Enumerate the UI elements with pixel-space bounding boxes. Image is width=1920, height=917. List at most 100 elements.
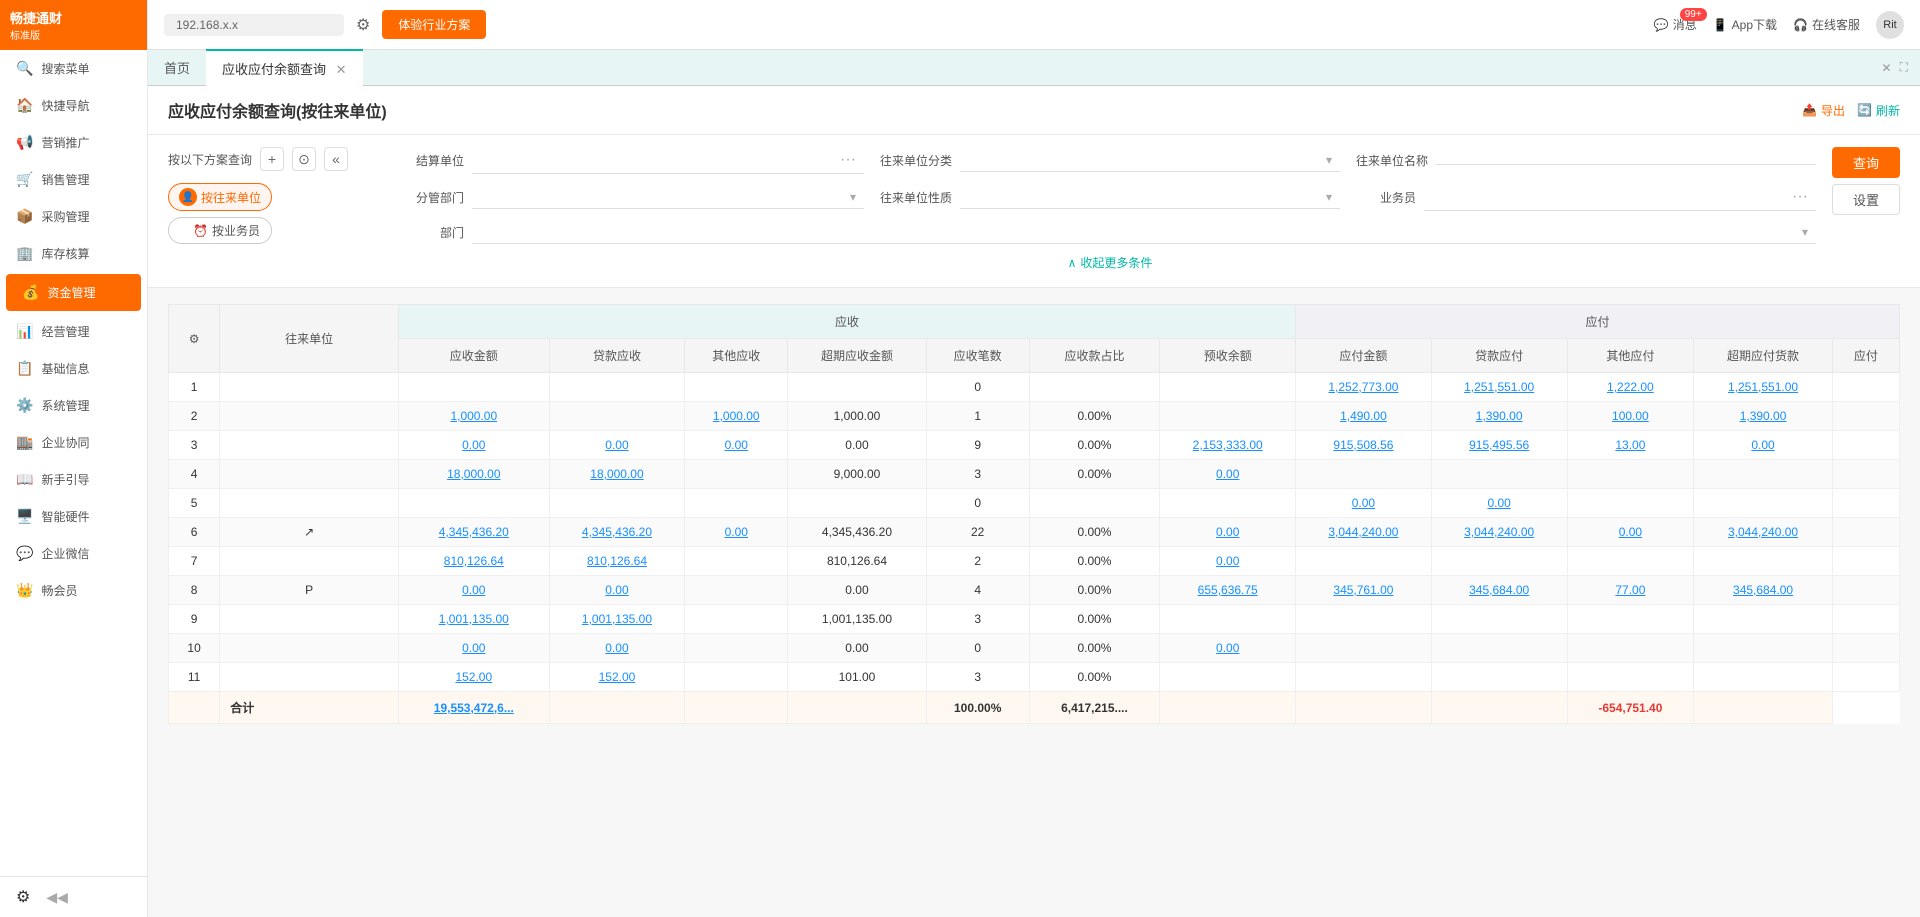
- table-cell[interactable]: 0.00: [549, 431, 685, 460]
- filter-dots-salesperson[interactable]: ···: [1792, 188, 1808, 206]
- tab-query[interactable]: 应收应付余额查询 ✕: [206, 49, 363, 86]
- table-cell[interactable]: 915,495.56: [1431, 431, 1567, 460]
- table-cell[interactable]: 77.00: [1567, 576, 1694, 605]
- table-cell[interactable]: 1,251,551.00: [1694, 373, 1833, 402]
- sidebar-collapse-icon[interactable]: ◀◀: [46, 889, 68, 906]
- table-cell[interactable]: 152.00: [399, 663, 550, 692]
- table-cell[interactable]: 0.00: [399, 431, 550, 460]
- table-cell[interactable]: 345,684.00: [1694, 576, 1833, 605]
- table-cell[interactable]: 0.00: [399, 634, 550, 663]
- collapse-btn[interactable]: ∧ 收起更多条件: [404, 250, 1816, 275]
- query-button[interactable]: 查询: [1832, 147, 1900, 178]
- table-cell[interactable]: 3,044,240.00: [1296, 518, 1432, 547]
- table-cell[interactable]: 100.00: [1567, 402, 1694, 431]
- gear-icon[interactable]: ⚙: [352, 11, 374, 39]
- filter-input-name[interactable]: [1436, 156, 1816, 165]
- filter-chevron-nature[interactable]: ▾: [1326, 190, 1332, 204]
- filter-collapse-btn[interactable]: «: [324, 147, 348, 171]
- table-cell[interactable]: 0.00: [1160, 518, 1296, 547]
- address-bar[interactable]: 192.168.x.x: [164, 14, 344, 36]
- tab-close-window-icon[interactable]: ✕: [1882, 61, 1892, 75]
- table-cell[interactable]: 0.00: [1431, 489, 1567, 518]
- table-cell[interactable]: 0.00: [1296, 489, 1432, 518]
- table-cell[interactable]: 3,044,240.00: [1694, 518, 1833, 547]
- filter-input-nature[interactable]: ▾: [960, 186, 1340, 209]
- messages-btn[interactable]: 💬 消息 99+: [1654, 16, 1697, 33]
- sidebar-item-ops[interactable]: 📊 经营管理: [0, 313, 147, 350]
- app-download-btn[interactable]: 📱 App下载: [1713, 16, 1777, 33]
- table-settings-icon[interactable]: ⚙: [169, 305, 220, 373]
- table-cell[interactable]: 2,153,333.00: [1160, 431, 1296, 460]
- sidebar-settings-icon[interactable]: ⚙: [16, 887, 30, 907]
- table-cell[interactable]: 4,345,436.20: [549, 518, 685, 547]
- table-cell[interactable]: 152.00: [549, 663, 685, 692]
- sidebar-item-guide[interactable]: 📖 新手引导: [0, 461, 147, 498]
- table-cell[interactable]: 0.00: [1694, 431, 1833, 460]
- table-cell[interactable]: 4,345,436.20: [399, 518, 550, 547]
- filter-scheme-partner[interactable]: 👤 按往来单位: [168, 183, 272, 211]
- table-cell[interactable]: 1,000.00: [685, 402, 788, 431]
- sidebar-item-nav[interactable]: 🏠 快捷导航: [0, 87, 147, 124]
- filter-chevron-dept[interactable]: ▾: [1802, 225, 1808, 239]
- sidebar-item-hardware[interactable]: 🖥️ 智能硬件: [0, 498, 147, 535]
- table-cell[interactable]: 810,126.64: [399, 547, 550, 576]
- table-cell[interactable]: 0.00: [1160, 460, 1296, 489]
- filter-input-dept-manager[interactable]: ▾: [472, 186, 864, 209]
- table-cell[interactable]: 1,001,135.00: [549, 605, 685, 634]
- table-cell[interactable]: 0.00: [549, 634, 685, 663]
- tab-maximize-icon[interactable]: ⛶: [1900, 60, 1908, 75]
- filter-scheme-sales[interactable]: ⏰ 按业务员: [168, 217, 272, 244]
- table-cell[interactable]: 915,508.56: [1296, 431, 1432, 460]
- user-avatar[interactable]: Rit: [1876, 11, 1904, 39]
- table-cell[interactable]: 0.00: [1160, 547, 1296, 576]
- table-cell[interactable]: 1,252,773.00: [1296, 373, 1432, 402]
- plan-button[interactable]: 体验行业方案: [382, 10, 486, 39]
- sidebar-item-inventory[interactable]: 🏢 库存核算: [0, 235, 147, 272]
- table-cell[interactable]: 18,000.00: [399, 460, 550, 489]
- table-cell[interactable]: 345,684.00: [1431, 576, 1567, 605]
- sidebar-item-purchase[interactable]: 📦 采购管理: [0, 198, 147, 235]
- filter-dots-settlement[interactable]: ···: [840, 151, 856, 169]
- filter-settings-btn[interactable]: ⊙: [292, 147, 316, 171]
- filter-input-settlement[interactable]: ···: [472, 147, 864, 174]
- sidebar-item-corp[interactable]: 🏬 企业协同: [0, 424, 147, 461]
- sidebar-item-basic[interactable]: 📋 基础信息: [0, 350, 147, 387]
- sidebar-item-system[interactable]: ⚙️ 系统管理: [0, 387, 147, 424]
- sidebar-item-sales[interactable]: 🛒 销售管理: [0, 161, 147, 198]
- table-cell[interactable]: 0.00: [1160, 634, 1296, 663]
- table-cell[interactable]: 0.00: [685, 518, 788, 547]
- filter-add-btn[interactable]: +: [260, 147, 284, 171]
- online-service-btn[interactable]: 🎧 在线客服: [1793, 16, 1860, 33]
- refresh-button[interactable]: 🔄 刷新: [1857, 102, 1900, 119]
- table-cell[interactable]: 1,490.00: [1296, 402, 1432, 431]
- table-cell[interactable]: 1,390.00: [1431, 402, 1567, 431]
- sidebar-item-marketing[interactable]: 📢 营销推广: [0, 124, 147, 161]
- sidebar-item-search[interactable]: 🔍 搜索菜单: [0, 50, 147, 87]
- table-cell[interactable]: 1,001,135.00: [399, 605, 550, 634]
- set-button[interactable]: 设置: [1832, 184, 1900, 215]
- sidebar-item-finance[interactable]: 💰 资金管理: [6, 274, 141, 311]
- table-cell[interactable]: 0.00: [399, 576, 550, 605]
- table-cell[interactable]: 1,251,551.00: [1431, 373, 1567, 402]
- table-cell[interactable]: 1,390.00: [1694, 402, 1833, 431]
- table-cell[interactable]: 0.00: [549, 576, 685, 605]
- table-cell[interactable]: 0.00: [1567, 518, 1694, 547]
- filter-chevron-category[interactable]: ▾: [1326, 153, 1332, 167]
- table-cell[interactable]: 18,000.00: [549, 460, 685, 489]
- table-cell[interactable]: 655,636.75: [1160, 576, 1296, 605]
- table-cell[interactable]: 1,222.00: [1567, 373, 1694, 402]
- table-cell[interactable]: 0.00: [685, 431, 788, 460]
- tab-close-icon[interactable]: ✕: [336, 62, 347, 77]
- tab-home[interactable]: 首页: [148, 50, 206, 85]
- filter-input-salesperson[interactable]: ···: [1424, 184, 1816, 211]
- table-cell[interactable]: 810,126.64: [549, 547, 685, 576]
- export-button[interactable]: 📤 导出: [1802, 102, 1845, 119]
- table-cell[interactable]: 3,044,240.00: [1431, 518, 1567, 547]
- sidebar-item-wechat[interactable]: 💬 企业微信: [0, 535, 147, 572]
- filter-input-dept[interactable]: ▾: [472, 221, 1816, 244]
- sidebar-item-member[interactable]: 👑 畅会员: [0, 572, 147, 609]
- table-cell[interactable]: 13.00: [1567, 431, 1694, 460]
- table-cell[interactable]: 1,000.00: [399, 402, 550, 431]
- table-cell[interactable]: 345,761.00: [1296, 576, 1432, 605]
- filter-input-category[interactable]: ▾: [960, 149, 1340, 172]
